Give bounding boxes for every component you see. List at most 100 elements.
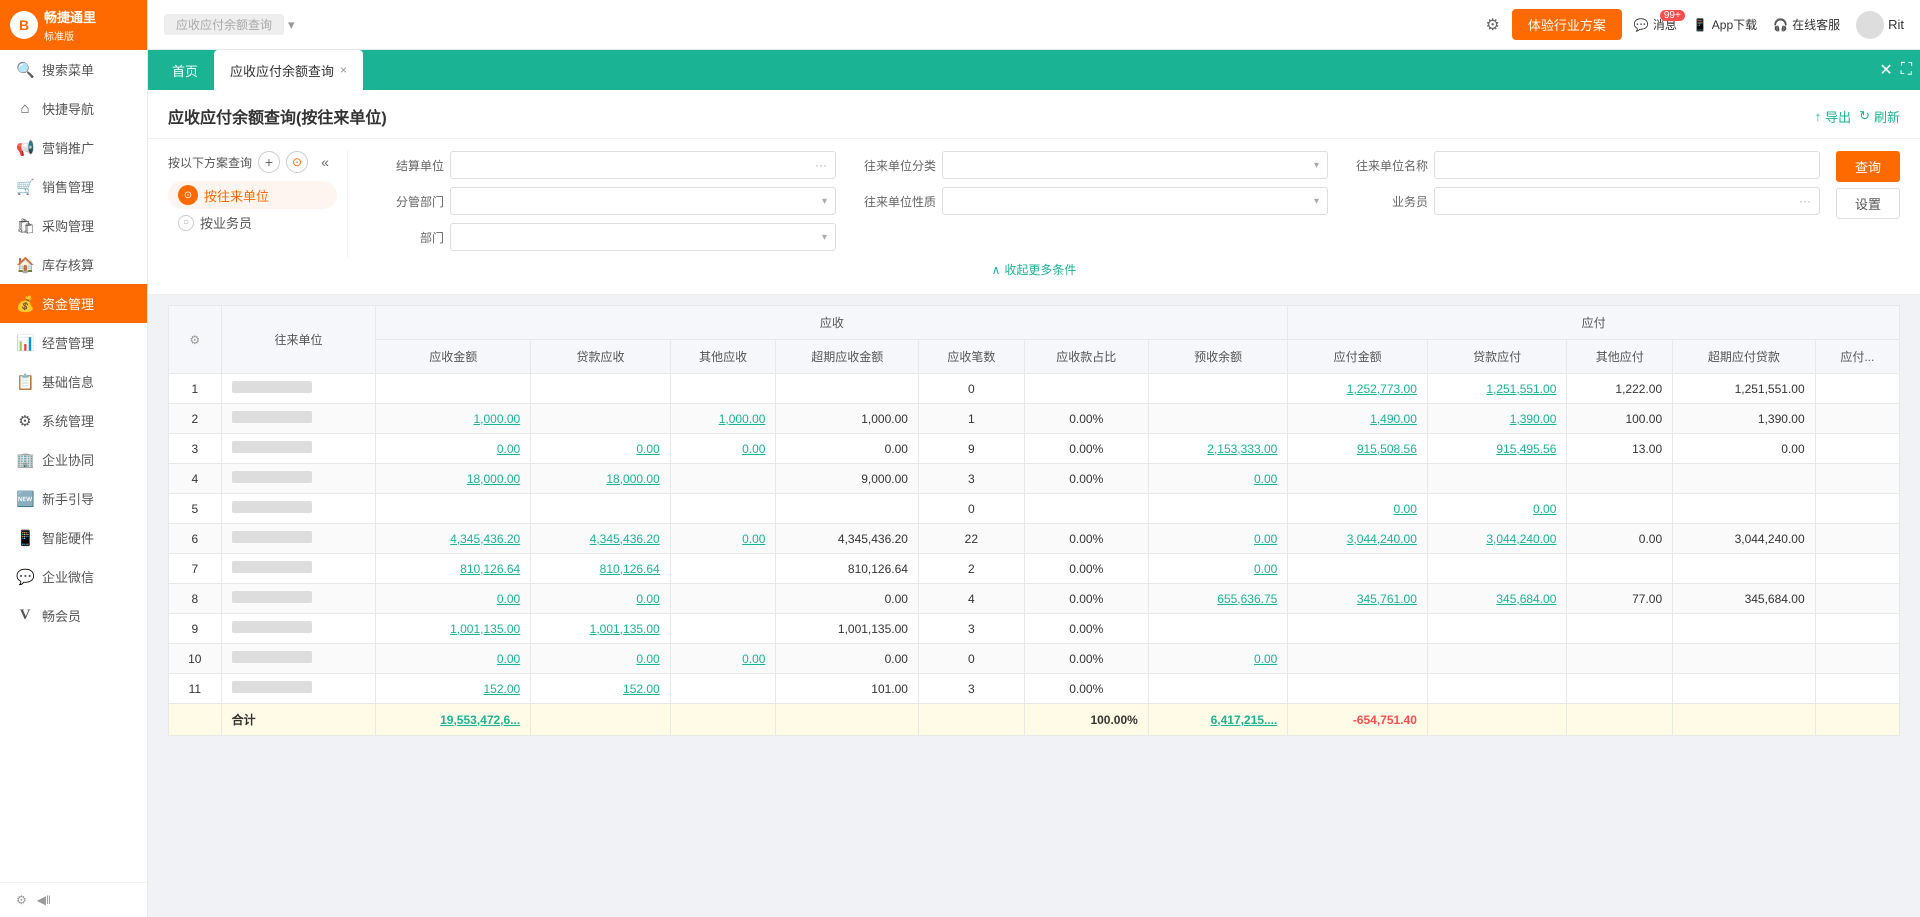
refresh-btn[interactable]: ↻ 刷新 [1859, 107, 1900, 126]
row-ar-loan-3[interactable]: 18,000.00 [531, 464, 671, 494]
row-ar-other-4[interactable] [670, 494, 776, 524]
sidebar-item-basic[interactable]: 📋 基础信息 [0, 362, 147, 401]
th-settings[interactable]: ⚙ [169, 306, 222, 374]
row-ar-amount-1[interactable]: 1,000.00 [376, 404, 531, 434]
row-ap-loan-3[interactable] [1427, 464, 1567, 494]
row-ap-loan-0[interactable]: 1,251,551.00 [1427, 374, 1567, 404]
salesperson-input[interactable]: ··· [1434, 187, 1820, 215]
row-ap-amount-0[interactable]: 1,252,773.00 [1288, 374, 1428, 404]
tab-close-icon[interactable]: × [340, 63, 347, 77]
partner-nature-input[interactable]: ▾ [942, 187, 1328, 215]
row-ar-loan-7[interactable]: 0.00 [531, 584, 671, 614]
row-ap-loan-4[interactable]: 0.00 [1427, 494, 1567, 524]
row-ar-loan-10[interactable]: 152.00 [531, 674, 671, 704]
sidebar-collapse-icon[interactable]: ◀‖ [37, 893, 51, 907]
row-ar-advance-8[interactable] [1148, 614, 1288, 644]
sidebar-settings-icon[interactable]: ⚙ [16, 893, 27, 907]
sidebar-item-sales[interactable]: 🛒 销售管理 [0, 167, 147, 206]
row-ar-amount-10[interactable]: 152.00 [376, 674, 531, 704]
row-ap-amount-6[interactable] [1288, 554, 1428, 584]
row-ap-amount-5[interactable]: 3,044,240.00 [1288, 524, 1428, 554]
row-ar-other-6[interactable] [670, 554, 776, 584]
sidebar-item-finance[interactable]: 💰 资金管理 [0, 284, 147, 323]
row-ar-other-0[interactable] [670, 374, 776, 404]
sidebar-item-collab[interactable]: 🏢 企业协同 [0, 440, 147, 479]
filter-collapse-btn[interactable]: « [314, 151, 336, 173]
row-ar-amount-2[interactable]: 0.00 [376, 434, 531, 464]
service-btn[interactable]: 🎧 在线客服 [1773, 16, 1840, 33]
tab-expand-btn[interactable]: ⛶ [1901, 60, 1912, 80]
table-settings-icon[interactable]: ⚙ [189, 333, 200, 347]
row-ap-amount-9[interactable] [1288, 644, 1428, 674]
row-ar-advance-9[interactable]: 0.00 [1148, 644, 1288, 674]
row-ap-amount-2[interactable]: 915,508.56 [1288, 434, 1428, 464]
row-ap-loan-5[interactable]: 3,044,240.00 [1427, 524, 1567, 554]
settings-gear-icon[interactable]: ⚙ [1486, 15, 1500, 35]
app-download-btn[interactable]: 📱 App下载 [1693, 16, 1757, 33]
query-button[interactable]: 查询 [1836, 151, 1900, 182]
message-btn[interactable]: 💬 消息 99+ [1634, 16, 1677, 33]
sidebar-item-guide[interactable]: 🆕 新手引导 [0, 479, 147, 518]
row-ar-other-3[interactable] [670, 464, 776, 494]
row-ap-loan-6[interactable] [1427, 554, 1567, 584]
scheme-by-staff[interactable]: ○ 按业务员 [168, 209, 337, 236]
row-ap-loan-7[interactable]: 345,684.00 [1427, 584, 1567, 614]
row-ar-amount-9[interactable]: 0.00 [376, 644, 531, 674]
row-ar-other-1[interactable]: 1,000.00 [670, 404, 776, 434]
partner-category-input[interactable]: ▾ [942, 151, 1328, 179]
row-ar-other-10[interactable] [670, 674, 776, 704]
row-ar-amount-3[interactable]: 18,000.00 [376, 464, 531, 494]
tab-close-window-btn[interactable]: ✕ [1879, 60, 1892, 80]
row-ap-amount-10[interactable] [1288, 674, 1428, 704]
sidebar-item-marketing[interactable]: 📢 营销推广 [0, 128, 147, 167]
row-ar-advance-3[interactable]: 0.00 [1148, 464, 1288, 494]
user-avatar[interactable]: Rit [1856, 11, 1904, 39]
tab-arquery[interactable]: 应收应付余额查询 × [214, 50, 363, 90]
row-ar-advance-10[interactable] [1148, 674, 1288, 704]
row-ap-loan-1[interactable]: 1,390.00 [1427, 404, 1567, 434]
row-ar-other-2[interactable]: 0.00 [670, 434, 776, 464]
dept-input[interactable]: ▾ [450, 223, 836, 251]
dept-mgr-input[interactable]: ▾ [450, 187, 836, 215]
row-ar-amount-0[interactable] [376, 374, 531, 404]
sidebar-item-search[interactable]: 🔍 搜索菜单 [0, 50, 147, 89]
row-ap-loan-10[interactable] [1427, 674, 1567, 704]
row-ap-amount-4[interactable]: 0.00 [1288, 494, 1428, 524]
row-ap-amount-1[interactable]: 1,490.00 [1288, 404, 1428, 434]
row-ar-amount-6[interactable]: 810,126.64 [376, 554, 531, 584]
row-ar-advance-6[interactable]: 0.00 [1148, 554, 1288, 584]
row-ar-other-9[interactable]: 0.00 [670, 644, 776, 674]
row-ar-amount-7[interactable]: 0.00 [376, 584, 531, 614]
row-ap-loan-8[interactable] [1427, 614, 1567, 644]
filter-add-btn[interactable]: + [258, 151, 280, 173]
row-ar-advance-4[interactable] [1148, 494, 1288, 524]
tab-home[interactable]: 首页 [156, 50, 214, 90]
row-ap-loan-9[interactable] [1427, 644, 1567, 674]
sidebar-item-system[interactable]: ⚙ 系统管理 [0, 401, 147, 440]
row-ar-amount-5[interactable]: 4,345,436.20 [376, 524, 531, 554]
row-ap-amount-7[interactable]: 345,761.00 [1288, 584, 1428, 614]
sidebar-item-operation[interactable]: 📊 经营管理 [0, 323, 147, 362]
row-ar-loan-0[interactable] [531, 374, 671, 404]
row-ar-advance-5[interactable]: 0.00 [1148, 524, 1288, 554]
row-ap-amount-3[interactable] [1288, 464, 1428, 494]
row-ap-amount-8[interactable] [1288, 614, 1428, 644]
sidebar-item-quicknav[interactable]: ⌂ 快捷导航 [0, 89, 147, 128]
row-ar-loan-5[interactable]: 4,345,436.20 [531, 524, 671, 554]
row-ap-loan-2[interactable]: 915,495.56 [1427, 434, 1567, 464]
breadcrumb-dropdown-icon[interactable]: ▾ [288, 17, 295, 33]
sidebar-item-member[interactable]: V 畅会员 [0, 596, 147, 635]
row-ar-advance-2[interactable]: 2,153,333.00 [1148, 434, 1288, 464]
row-ar-advance-7[interactable]: 655,636.75 [1148, 584, 1288, 614]
row-ar-other-5[interactable]: 0.00 [670, 524, 776, 554]
row-ar-loan-9[interactable]: 0.00 [531, 644, 671, 674]
row-ar-loan-1[interactable] [531, 404, 671, 434]
industry-btn[interactable]: 体验行业方案 [1512, 9, 1622, 40]
row-ar-amount-8[interactable]: 1,001,135.00 [376, 614, 531, 644]
scheme-by-company[interactable]: ⊙ 按往来单位 [168, 181, 337, 209]
row-ar-amount-4[interactable] [376, 494, 531, 524]
settings-button[interactable]: 设置 [1836, 188, 1900, 219]
sidebar-item-wechat[interactable]: 💬 企业微信 [0, 557, 147, 596]
row-ar-loan-2[interactable]: 0.00 [531, 434, 671, 464]
row-ar-other-7[interactable] [670, 584, 776, 614]
